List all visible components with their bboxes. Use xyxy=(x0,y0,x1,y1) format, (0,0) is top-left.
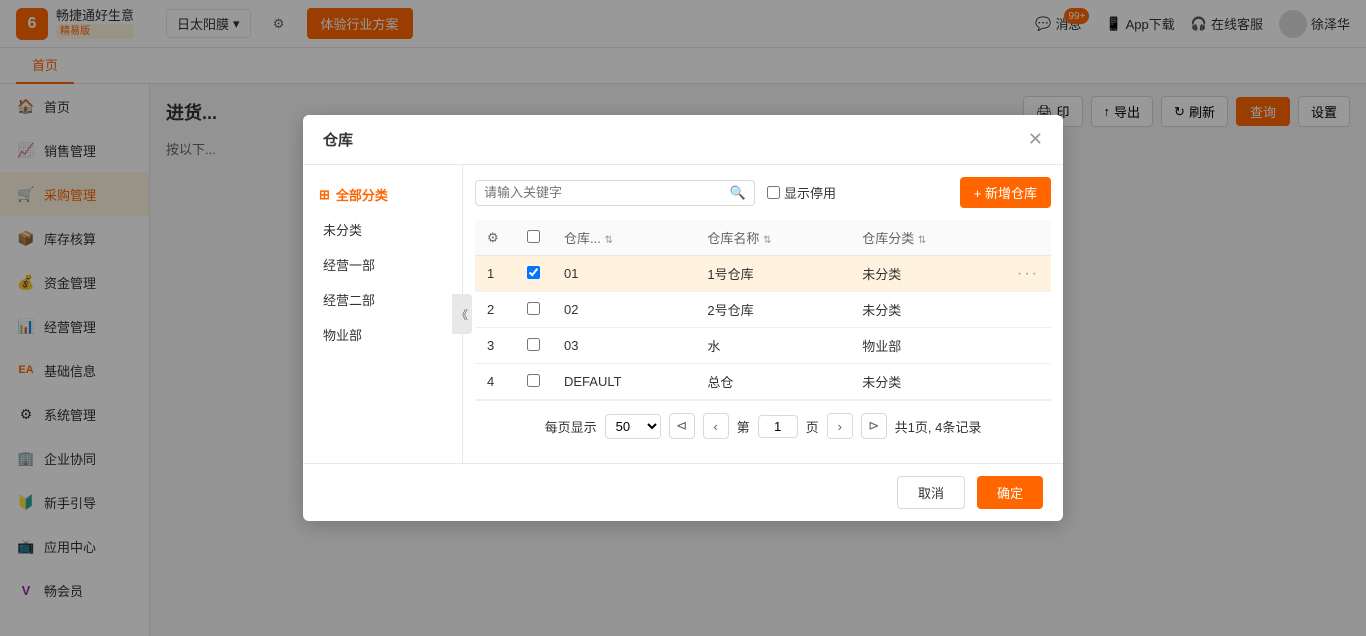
page-label-after: 页 xyxy=(806,417,819,436)
sort-category-icon: ⇅ xyxy=(918,235,926,246)
row-checkbox[interactable] xyxy=(515,292,552,328)
plus-icon: + 新增仓库 xyxy=(974,183,1037,202)
modal-body: ⊞ 全部分类 未分类 经营一部 经营二部 物业部 《 🔍 xyxy=(303,165,1063,463)
row-name: 水 xyxy=(695,328,850,364)
row-code: 01 xyxy=(552,256,695,292)
page-number-input[interactable] xyxy=(758,415,798,438)
warehouse-table: ⚙ 仓库... ⇅ 仓库名称 ⇅ 仓库分类 xyxy=(475,220,1051,400)
collapse-button[interactable]: 《 xyxy=(452,294,472,334)
cancel-button[interactable]: 取消 xyxy=(897,476,965,509)
sort-code-icon: ⇅ xyxy=(604,235,612,246)
row-select-checkbox[interactable] xyxy=(527,338,540,351)
show-disabled-label[interactable]: 显示停用 xyxy=(767,183,836,202)
col-checkbox xyxy=(515,220,552,256)
category-sidebar: ⊞ 全部分类 未分类 经营一部 经营二部 物业部 《 xyxy=(303,165,463,463)
category-item-dept2[interactable]: 经营二部 xyxy=(303,282,462,317)
modal-close-button[interactable]: ✕ xyxy=(1028,129,1043,150)
last-page-btn[interactable]: ⊳ xyxy=(861,413,887,439)
sort-name-icon: ⇅ xyxy=(763,235,771,246)
table-header-row: ⚙ 仓库... ⇅ 仓库名称 ⇅ 仓库分类 xyxy=(475,220,1051,256)
table-row[interactable]: 3 03 水 物业部 xyxy=(475,328,1051,364)
col-category: 仓库分类 ⇅ xyxy=(850,220,1005,256)
row-no: 2 xyxy=(475,292,515,328)
row-checkbox[interactable] xyxy=(515,328,552,364)
table-toolbar: 🔍 显示停用 + 新增仓库 xyxy=(475,177,1051,208)
row-code: 02 xyxy=(552,292,695,328)
table-row[interactable]: 4 DEFAULT 总仓 未分类 xyxy=(475,364,1051,400)
row-actions: ··· xyxy=(1005,256,1051,292)
row-category: 物业部 xyxy=(850,328,1005,364)
row-code: 03 xyxy=(552,328,695,364)
row-actions xyxy=(1005,364,1051,400)
per-page-select[interactable]: 50 10 20 100 xyxy=(605,414,661,439)
show-disabled-checkbox[interactable] xyxy=(767,186,780,199)
modal-title: 仓库 xyxy=(323,129,353,150)
all-category-item[interactable]: ⊞ 全部分类 xyxy=(303,177,462,212)
row-no: 3 xyxy=(475,328,515,364)
grid-icon: ⊞ xyxy=(319,187,330,203)
row-actions xyxy=(1005,292,1051,328)
table-area: 🔍 显示停用 + 新增仓库 ⚙ xyxy=(463,165,1063,463)
page-label-before: 第 xyxy=(737,417,750,436)
total-info: 共1页, 4条记录 xyxy=(895,417,982,436)
row-category: 未分类 xyxy=(850,364,1005,400)
row-action-dots[interactable]: ··· xyxy=(1017,265,1039,282)
row-name: 总仓 xyxy=(695,364,850,400)
row-select-checkbox[interactable] xyxy=(527,266,540,279)
select-all-checkbox[interactable] xyxy=(527,230,540,243)
category-item-dept1[interactable]: 经营一部 xyxy=(303,247,462,282)
per-page-label: 每页显示 xyxy=(545,417,597,436)
row-select-checkbox[interactable] xyxy=(527,302,540,315)
row-name: 2号仓库 xyxy=(695,292,850,328)
modal-header: 仓库 ✕ xyxy=(303,115,1063,165)
confirm-button[interactable]: 确定 xyxy=(977,476,1043,509)
pagination: 每页显示 50 10 20 100 ⊲ ‹ 第 页 › ⊳ 共1页, 4条记录 xyxy=(475,400,1051,451)
col-code: 仓库... ⇅ xyxy=(552,220,695,256)
table-row[interactable]: 1 01 1号仓库 未分类 ··· xyxy=(475,256,1051,292)
table-row[interactable]: 2 02 2号仓库 未分类 xyxy=(475,292,1051,328)
modal-overlay: 仓库 ✕ ⊞ 全部分类 未分类 经营一部 经营二部 物业部 《 xyxy=(0,0,1366,636)
search-wrap: 🔍 xyxy=(475,180,755,206)
new-warehouse-button[interactable]: + 新增仓库 xyxy=(960,177,1051,208)
search-input[interactable] xyxy=(484,185,730,200)
table-body: 1 01 1号仓库 未分类 ··· 2 02 2号仓库 未分类 3 03 水 物… xyxy=(475,256,1051,400)
category-item-unclassified[interactable]: 未分类 xyxy=(303,212,462,247)
col-name: 仓库名称 ⇅ xyxy=(695,220,850,256)
search-icon: 🔍 xyxy=(730,185,746,201)
row-category: 未分类 xyxy=(850,292,1005,328)
first-page-btn[interactable]: ⊲ xyxy=(669,413,695,439)
row-checkbox[interactable] xyxy=(515,364,552,400)
col-settings: ⚙ xyxy=(475,220,515,256)
warehouse-modal: 仓库 ✕ ⊞ 全部分类 未分类 经营一部 经营二部 物业部 《 xyxy=(303,115,1063,521)
prev-page-btn[interactable]: ‹ xyxy=(703,413,729,439)
row-category: 未分类 xyxy=(850,256,1005,292)
show-disabled-text: 显示停用 xyxy=(784,183,836,202)
row-name: 1号仓库 xyxy=(695,256,850,292)
row-select-checkbox[interactable] xyxy=(527,374,540,387)
col-actions xyxy=(1005,220,1051,256)
row-actions xyxy=(1005,328,1051,364)
modal-footer: 取消 确定 xyxy=(303,463,1063,521)
row-code: DEFAULT xyxy=(552,364,695,400)
all-category-label: 全部分类 xyxy=(336,185,388,204)
row-no: 4 xyxy=(475,364,515,400)
category-item-property[interactable]: 物业部 xyxy=(303,317,462,352)
next-page-btn[interactable]: › xyxy=(827,413,853,439)
row-checkbox[interactable] xyxy=(515,256,552,292)
row-no: 1 xyxy=(475,256,515,292)
